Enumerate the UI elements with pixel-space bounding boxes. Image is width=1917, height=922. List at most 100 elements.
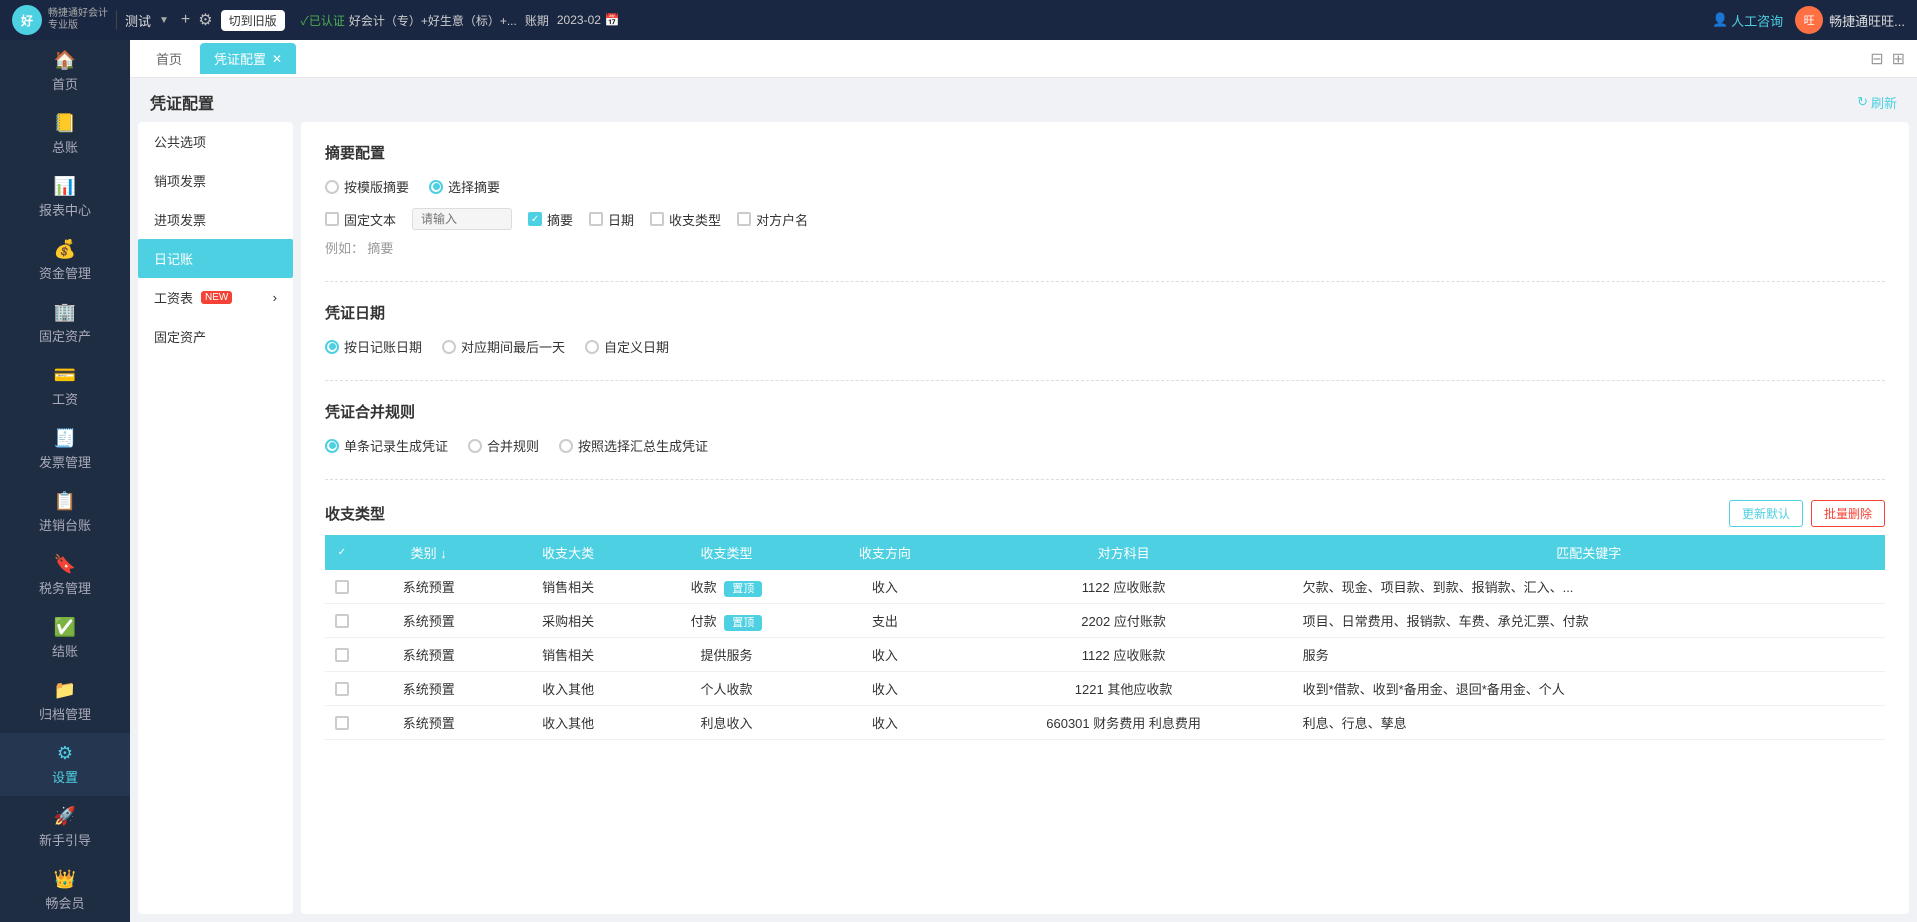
sidebar-item-salary[interactable]: 💳 工资 <box>0 355 130 418</box>
table-header-checkbox[interactable]: ✓ <box>325 535 359 570</box>
row-account: 660301 财务费用 利息费用 <box>955 706 1293 740</box>
home-icon: 🏠 <box>54 50 76 71</box>
left-menu-public[interactable]: 公共选项 <box>138 122 293 161</box>
sidebar-item-closing[interactable]: ✅ 结账 <box>0 607 130 670</box>
sidebar-item-settings[interactable]: ⚙ 设置 <box>0 733 130 796</box>
batch-delete-button[interactable]: 批量删除 <box>1811 500 1885 527</box>
row-checkbox[interactable] <box>325 638 359 672</box>
radio-merge[interactable]: 合并规则 <box>468 436 539 455</box>
user-info: 旺 畅捷通旺旺... <box>1795 6 1905 34</box>
chevron-down-icon[interactable]: ▼ <box>159 15 169 26</box>
row-checkbox[interactable] <box>325 706 359 740</box>
expand-icon[interactable]: ⊞ <box>1892 49 1905 69</box>
left-menu-daily-ledger[interactable]: 日记账 <box>138 239 293 278</box>
checkbox-box <box>737 212 751 226</box>
checkbox-fixed-text[interactable]: 固定文本 <box>325 210 396 229</box>
tab-voucher-config[interactable]: 凭证配置 ✕ <box>200 43 296 74</box>
row-checkbox[interactable] <box>325 604 359 638</box>
voucher-date-title: 凭证日期 <box>325 302 1885 323</box>
table-row: 系统预置 收入其他 利息收入 收入 660301 财务费用 利息费用 利息、行息… <box>325 706 1885 740</box>
fixed-text-input[interactable] <box>412 208 512 230</box>
type-tag[interactable]: 置顶 <box>724 615 762 631</box>
radio-by-select[interactable]: 按照选择汇总生成凭证 <box>559 436 708 455</box>
radio-select[interactable]: 选择摘要 <box>429 177 500 196</box>
left-menu: 公共选项 销项发票 进项发票 日记账 工资表 NEW › <box>138 122 293 914</box>
left-menu-purchase-invoice[interactable]: 进项发票 <box>138 200 293 239</box>
row-keywords: 收到*借款、收到*备用金、退回*备用金、个人 <box>1293 672 1885 706</box>
row-direction: 收入 <box>815 570 954 604</box>
calendar-icon[interactable]: 📅 <box>605 13 620 27</box>
main-layout: 🏠 首页 📒 总账 📊 报表中心 💰 资金管理 🏢 固定资产 💳 工资 🧾 发票… <box>0 40 1917 922</box>
reports-icon: 📊 <box>54 176 76 197</box>
summary-config-title: 摘要配置 <box>325 142 1885 163</box>
guide-icon: 🚀 <box>54 806 76 827</box>
logo-icon: 好 <box>12 5 42 35</box>
tab-home[interactable]: 首页 <box>142 43 196 74</box>
sidebar-item-guide[interactable]: 🚀 新手引导 <box>0 796 130 859</box>
checkbox-date[interactable]: 日期 <box>589 210 634 229</box>
settings-icon[interactable]: ⚙ <box>198 10 212 30</box>
left-menu-fixed-assets[interactable]: 固定资产 <box>138 317 293 356</box>
row-major: 销售相关 <box>498 638 637 672</box>
sidebar-item-assets[interactable]: 🏢 固定资产 <box>0 292 130 355</box>
content-area: 首页 凭证配置 ✕ ⊟ ⊞ 凭证配置 ↻ 刷新 公共选项 <box>130 40 1917 922</box>
closing-icon: ✅ <box>54 617 76 638</box>
radio-circle <box>468 439 482 453</box>
minimize-icon[interactable]: ⊟ <box>1870 49 1883 69</box>
sidebar-item-archive[interactable]: 📁 归档管理 <box>0 670 130 733</box>
checkbox-summary[interactable]: ✓ 摘要 <box>528 210 573 229</box>
row-keywords: 项目、日常费用、报销款、车费、承兑汇票、付款 <box>1293 604 1885 638</box>
row-account: 1221 其他应收款 <box>955 672 1293 706</box>
radio-last-day[interactable]: 对应期间最后一天 <box>442 337 565 356</box>
sidebar-item-label: 工资 <box>52 389 78 408</box>
sidebar-item-fund[interactable]: 💰 资金管理 <box>0 229 130 292</box>
row-checkbox[interactable] <box>325 672 359 706</box>
topbar-divider <box>116 10 117 30</box>
sidebar-item-tax[interactable]: 🔖 税务管理 <box>0 544 130 607</box>
table-row: 系统预置 收入其他 个人收款 收入 1221 其他应收款 收到*借款、收到*备用… <box>325 672 1885 706</box>
update-default-button[interactable]: 更新默认 <box>1729 500 1803 527</box>
radio-circle <box>325 180 339 194</box>
radio-template[interactable]: 按模版摘要 <box>325 177 409 196</box>
sidebar-item-invoice-mgmt[interactable]: 🧾 发票管理 <box>0 418 130 481</box>
certified-tag: ✓已认证 <box>301 12 345 29</box>
left-menu-payroll[interactable]: 工资表 NEW › <box>138 278 293 317</box>
radio-custom[interactable]: 自定义日期 <box>585 337 669 356</box>
checkbox-type[interactable]: 收支类型 <box>650 210 721 229</box>
sidebar-item-purchase-sales[interactable]: 📋 进销台账 <box>0 481 130 544</box>
row-account: 1122 应收账款 <box>955 638 1293 672</box>
checkbox-counterparty[interactable]: 对方户名 <box>737 210 808 229</box>
tax-icon: 🔖 <box>54 554 76 575</box>
service-btn[interactable]: 👤 人工咨询 <box>1712 11 1783 30</box>
radio-single[interactable]: 单条记录生成凭证 <box>325 436 448 455</box>
tab-bar-actions: ⊟ ⊞ <box>1870 49 1905 69</box>
voucher-date-radio-group: 按日记账日期 对应期间最后一天 自定义日期 <box>325 337 1885 356</box>
type-tag[interactable]: 置顶 <box>724 581 762 597</box>
sidebar-item-home[interactable]: 🏠 首页 <box>0 40 130 103</box>
left-menu-sales-invoice[interactable]: 销项发票 <box>138 161 293 200</box>
topbar: 好 畅捷通好会计 专业版 测试 ▼ + ⚙ 切到旧版 ✓已认证 好会计（专）+好… <box>0 0 1917 40</box>
sidebar-item-label: 固定资产 <box>39 326 91 345</box>
row-checkbox[interactable] <box>325 570 359 604</box>
radio-by-date[interactable]: 按日记账日期 <box>325 337 422 356</box>
sidebar-item-ledger[interactable]: 📒 总账 <box>0 103 130 166</box>
sidebar-item-member[interactable]: 👑 畅会员 <box>0 859 130 922</box>
table-header-account: 对方科目 <box>955 535 1293 570</box>
row-category: 系统预置 <box>359 604 498 638</box>
table-actions: 更新默认 批量删除 <box>1729 500 1885 527</box>
sidebar-item-label: 结账 <box>52 641 78 660</box>
new-badge: NEW <box>201 291 232 304</box>
sidebar-item-label: 畅会员 <box>45 893 84 912</box>
sidebar-item-reports[interactable]: 📊 报表中心 <box>0 166 130 229</box>
refresh-button[interactable]: ↻ 刷新 <box>1857 93 1897 112</box>
fund-icon: 💰 <box>54 239 76 260</box>
row-keywords: 利息、行息、孳息 <box>1293 706 1885 740</box>
add-button[interactable]: + <box>181 11 190 29</box>
radio-circle <box>442 340 456 354</box>
tab-close-icon[interactable]: ✕ <box>272 52 282 66</box>
row-type: 付款 置顶 <box>638 604 815 638</box>
radio-circle-checked <box>325 340 339 354</box>
switch-version-button[interactable]: 切到旧版 <box>221 10 285 31</box>
row-keywords: 欠款、现金、项目款、到款、报销款、汇入、... <box>1293 570 1885 604</box>
row-category: 系统预置 <box>359 638 498 672</box>
